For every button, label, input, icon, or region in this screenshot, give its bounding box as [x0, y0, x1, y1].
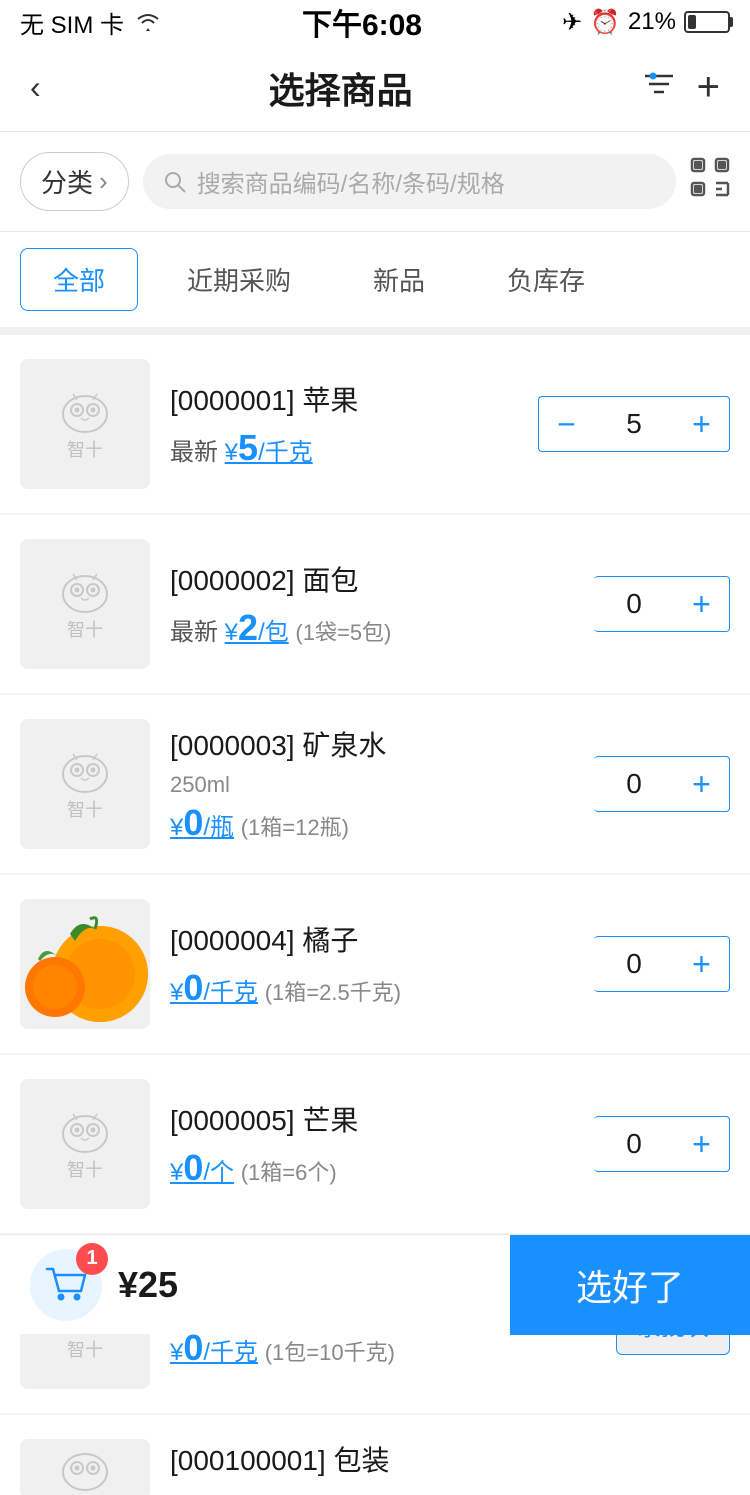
confirm-button[interactable]: 选好了	[510, 1235, 750, 1335]
tab-recent[interactable]: 近期采购	[154, 248, 324, 311]
cart-badge: 1	[76, 1243, 108, 1275]
category-button[interactable]: 分类 ›	[20, 152, 129, 211]
tab-new[interactable]: 新品	[340, 248, 458, 311]
scan-button[interactable]	[690, 157, 730, 206]
product-image: 智十	[20, 1079, 150, 1209]
product-name: [0000005] 芒果	[170, 1099, 574, 1139]
quantity-control: − +	[538, 396, 730, 452]
filter-bar: 分类 › 搜索商品编码/名称/条码/规格	[0, 132, 750, 232]
product-name: [000100001] 包装	[170, 1439, 730, 1479]
product-name: [0000003] 矿泉水	[170, 724, 574, 764]
product-info: [0000002] 面包 最新 ¥2/包 (1袋=5包)	[170, 559, 574, 649]
nav-bar: ‹ 选择商品 +	[0, 44, 750, 132]
quantity-control: +	[594, 936, 730, 992]
nav-left: ‹	[30, 69, 41, 106]
product-price: ¥0/千克 (1箱=2.5千克)	[170, 967, 574, 1009]
status-bar: 无 SIM 卡 下午6:08 ✈ ⏰ 21%	[0, 0, 750, 44]
product-image	[20, 1439, 150, 1495]
list-item-partial: [000100001] 包装	[0, 1415, 750, 1495]
product-image: 智十	[20, 719, 150, 849]
quantity-input[interactable]	[594, 756, 674, 812]
back-button[interactable]: ‹	[30, 69, 41, 106]
quantity-increase-button[interactable]: +	[674, 396, 730, 452]
quantity-control: +	[594, 1116, 730, 1172]
alarm-icon: ⏰	[590, 8, 620, 37]
product-info: [0000001] 苹果 最新 ¥5/千克	[170, 379, 518, 469]
orange-image	[20, 899, 150, 1029]
tab-bar: 全部 近期采购 新品 负库存	[0, 232, 750, 335]
quantity-increase-button[interactable]: +	[674, 756, 730, 812]
quantity-decrease-button[interactable]: −	[538, 396, 594, 452]
search-placeholder: 搜索商品编码/名称/条码/规格	[197, 164, 505, 199]
nav-right: +	[641, 65, 720, 110]
logo-text: 智十	[67, 616, 103, 642]
category-label: 分类	[41, 163, 93, 200]
product-price: 最新 ¥5/千克	[170, 427, 518, 469]
logo-text: 智十	[67, 1156, 103, 1182]
bottom-bar: 1 ¥25 选好了	[0, 1234, 750, 1334]
product-price: ¥0/个 (1箱=6个)	[170, 1147, 574, 1189]
logo-text: 智十	[67, 436, 103, 462]
location-icon: ✈	[562, 8, 582, 37]
filter-button[interactable]	[641, 66, 677, 110]
product-info: [000100001] 包装	[170, 1439, 730, 1487]
owl-placeholder-icon	[55, 1444, 115, 1494]
quantity-input[interactable]	[594, 576, 674, 632]
quantity-input[interactable]	[594, 936, 674, 992]
category-chevron: ›	[99, 166, 108, 197]
search-icon	[163, 170, 187, 194]
list-item: 智十 [0000001] 苹果 最新 ¥5/千克 − +	[0, 335, 750, 513]
owl-placeholder-icon	[55, 1106, 115, 1156]
battery-icon	[684, 11, 730, 33]
quantity-increase-button[interactable]: +	[674, 936, 730, 992]
logo-text: 智十	[67, 796, 103, 822]
status-time: 下午6:08	[302, 0, 422, 44]
product-price: ¥0/瓶 (1箱=12瓶)	[170, 802, 574, 844]
scan-icon	[690, 157, 730, 197]
product-spec: 250ml	[170, 772, 574, 798]
cart-section: 1 ¥25	[0, 1249, 510, 1321]
list-item: 智十 [0000005] 芒果 ¥0/个 (1箱=6个) +	[0, 1055, 750, 1233]
product-info: [0000003] 矿泉水 250ml ¥0/瓶 (1箱=12瓶)	[170, 724, 574, 844]
owl-placeholder-icon	[55, 746, 115, 796]
product-name: [0000004] 橘子	[170, 919, 574, 959]
tab-all[interactable]: 全部	[20, 248, 138, 311]
cart-icon	[45, 1267, 87, 1303]
product-info: [0000004] 橘子 ¥0/千克 (1箱=2.5千克)	[170, 919, 574, 1009]
status-right: ✈ ⏰ 21%	[562, 8, 730, 37]
cart-total: ¥25	[118, 1264, 178, 1306]
list-item: [0000004] 橘子 ¥0/千克 (1箱=2.5千克) +	[0, 875, 750, 1053]
tab-negative[interactable]: 负库存	[474, 248, 618, 311]
product-price: 最新 ¥2/包 (1袋=5包)	[170, 607, 574, 649]
logo-text: 智十	[67, 1336, 103, 1362]
list-item: 智十 [0000003] 矿泉水 250ml ¥0/瓶 (1箱=12瓶) +	[0, 695, 750, 873]
quantity-increase-button[interactable]: +	[674, 576, 730, 632]
status-carrier: 无 SIM 卡	[20, 5, 162, 40]
product-info: [0000005] 芒果 ¥0/个 (1箱=6个)	[170, 1099, 574, 1189]
product-image: 智十	[20, 359, 150, 489]
search-box[interactable]: 搜索商品编码/名称/条码/规格	[143, 154, 676, 209]
quantity-control: +	[594, 576, 730, 632]
battery-percent: 21%	[628, 8, 676, 36]
filter-icon	[641, 66, 677, 102]
list-item: 智十 [0000002] 面包 最新 ¥2/包 (1袋=5包) +	[0, 515, 750, 693]
product-image	[20, 899, 150, 1029]
cart-button[interactable]: 1	[30, 1249, 102, 1321]
add-button[interactable]: +	[697, 65, 720, 110]
quantity-input[interactable]	[594, 1116, 674, 1172]
quantity-input[interactable]	[594, 396, 674, 452]
owl-placeholder-icon	[55, 566, 115, 616]
product-image: 智十	[20, 539, 150, 669]
quantity-control: +	[594, 756, 730, 812]
owl-placeholder-icon	[55, 386, 115, 436]
wifi-icon	[134, 12, 162, 32]
product-name: [0000002] 面包	[170, 559, 574, 599]
quantity-increase-button[interactable]: +	[674, 1116, 730, 1172]
page-title: 选择商品	[269, 62, 413, 114]
product-name: [0000001] 苹果	[170, 379, 518, 419]
